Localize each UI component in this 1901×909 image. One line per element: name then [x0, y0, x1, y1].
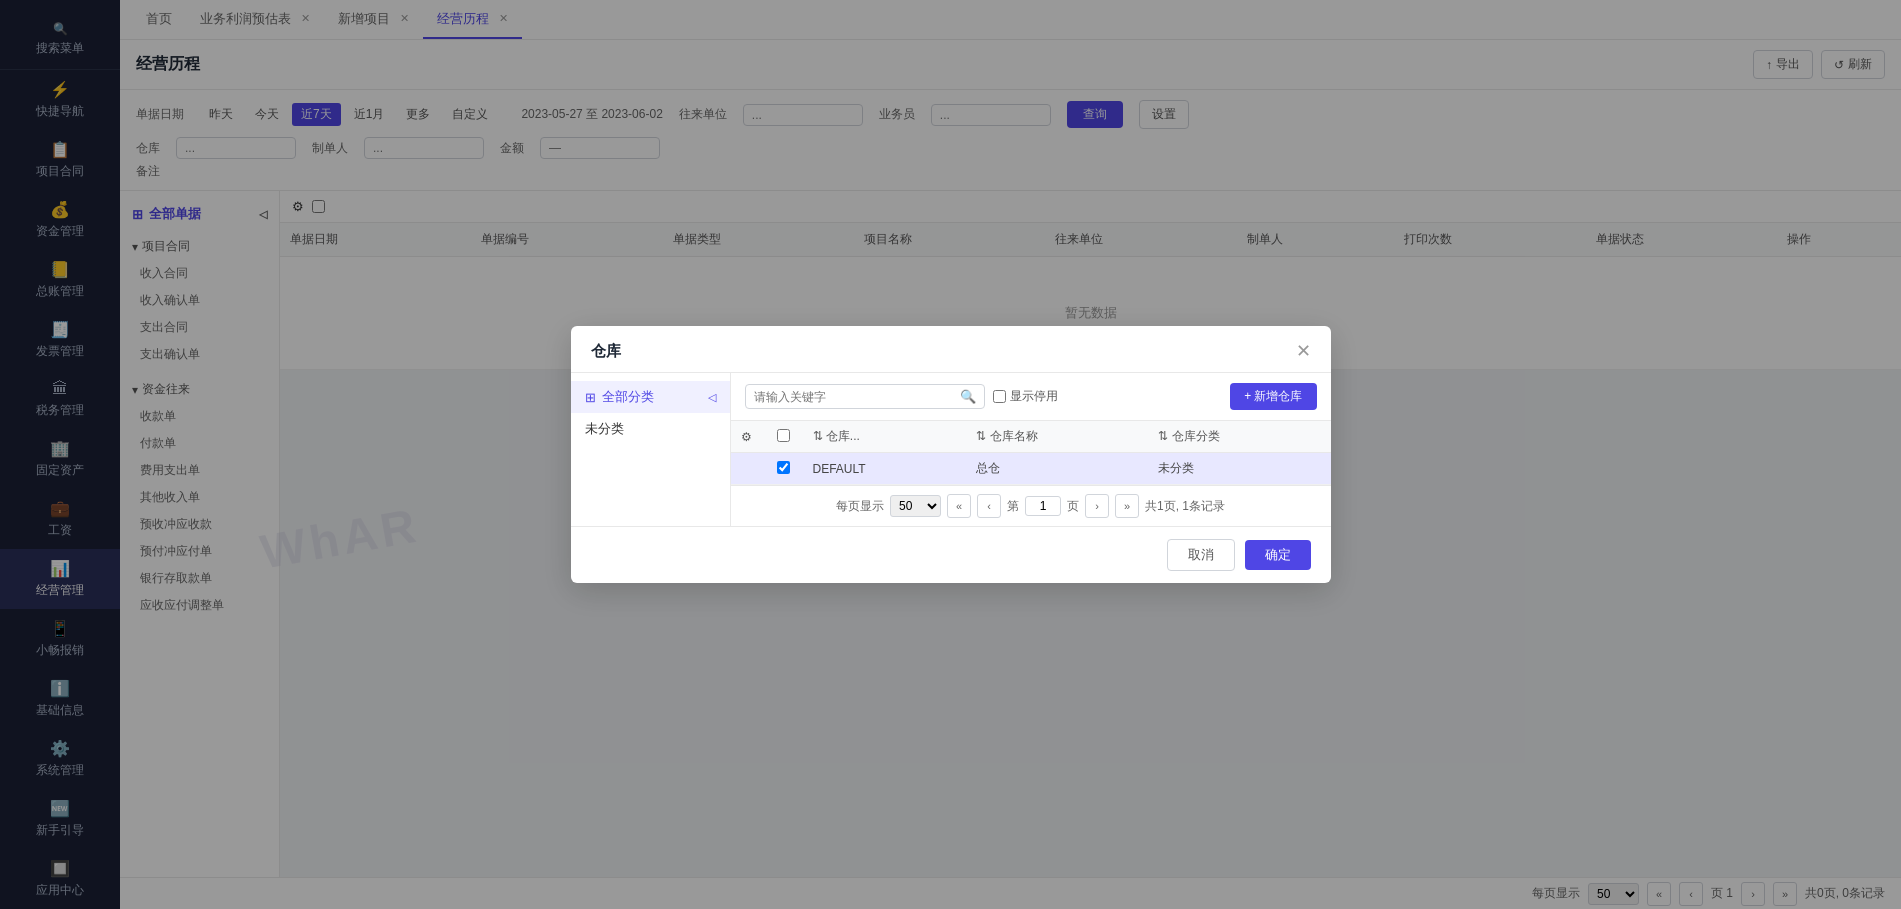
modal-show-disabled-checkbox[interactable] — [993, 390, 1006, 403]
modal-toolbar: 🔍 显示停用 + 新增仓库 — [731, 373, 1331, 421]
modal-page-size-select[interactable]: 50 100 — [890, 495, 941, 517]
modal-header: 仓库 ✕ — [571, 326, 1331, 373]
modal-per-page-label: 每页显示 — [836, 498, 884, 515]
modal-next-btn[interactable]: › — [1085, 494, 1109, 518]
modal-overlay[interactable]: 仓库 ✕ ⊞ 全部分类 ◁ 未分类 🔍 — [0, 0, 1901, 909]
row-id-cell: DEFAULT — [803, 453, 967, 485]
modal-confirm-button[interactable]: 确定 — [1245, 540, 1311, 570]
modal-close-button[interactable]: ✕ — [1296, 340, 1311, 362]
modal-table: ⚙ ⇅ 仓库... ⇅ — [731, 421, 1331, 485]
row-name-cell: 总仓 — [966, 453, 1148, 485]
modal-page-prefix: 第 — [1007, 498, 1019, 515]
modal-page-input[interactable] — [1025, 496, 1061, 516]
modal-col-index: ⇅ 仓库... — [803, 421, 967, 453]
modal-last-btn[interactable]: » — [1115, 494, 1139, 518]
modal-total-label: 共1页, 1条记录 — [1145, 498, 1225, 515]
modal-left-all-category[interactable]: ⊞ 全部分类 ◁ — [571, 381, 730, 413]
modal-pagination: 每页显示 50 100 « ‹ 第 页 › » 共1页, 1条记录 — [731, 485, 1331, 526]
modal-col-checkbox — [767, 421, 803, 453]
modal-body: ⊞ 全部分类 ◁ 未分类 🔍 显示停用 — [571, 373, 1331, 526]
modal-page-label: 页 — [1067, 498, 1079, 515]
table-row[interactable]: DEFAULT 总仓 未分类 — [731, 453, 1331, 485]
row-category-cell: 未分类 — [1148, 453, 1330, 485]
sort-icon-index: ⇅ — [813, 429, 823, 443]
row-checkbox-cell — [767, 453, 803, 485]
modal-select-all-checkbox[interactable] — [777, 429, 790, 442]
modal-col-gear: ⚙ — [731, 421, 767, 453]
modal-unclassified-label: 未分类 — [585, 420, 624, 438]
modal-cancel-button[interactable]: 取消 — [1167, 539, 1235, 571]
row-gear-cell — [731, 453, 767, 485]
sort-icon-name: ⇅ — [976, 429, 986, 443]
modal-prev-btn[interactable]: ‹ — [977, 494, 1001, 518]
modal-title: 仓库 — [591, 342, 621, 361]
modal-warehouse: 仓库 ✕ ⊞ 全部分类 ◁ 未分类 🔍 — [571, 326, 1331, 583]
modal-show-disabled-label: 显示停用 — [993, 388, 1058, 405]
modal-col-category: ⇅ 仓库分类 — [1148, 421, 1330, 453]
row-checkbox[interactable] — [777, 461, 790, 474]
modal-search-wrap: 🔍 — [745, 384, 985, 409]
modal-first-btn[interactable]: « — [947, 494, 971, 518]
modal-table-wrap: ⚙ ⇅ 仓库... ⇅ — [731, 421, 1331, 485]
modal-all-label: 全部分类 — [602, 388, 654, 406]
grid-icon-modal: ⊞ — [585, 390, 596, 405]
modal-left-panel: ⊞ 全部分类 ◁ 未分类 — [571, 373, 731, 526]
modal-search-input[interactable] — [754, 390, 956, 404]
sort-icon-cat: ⇅ — [1158, 429, 1168, 443]
modal-col-name: ⇅ 仓库名称 — [966, 421, 1148, 453]
modal-left-unclassified[interactable]: 未分类 — [571, 413, 730, 445]
modal-add-warehouse-button[interactable]: + 新增仓库 — [1230, 383, 1316, 410]
gear-icon-table: ⚙ — [741, 430, 752, 444]
search-icon-modal[interactable]: 🔍 — [960, 389, 976, 404]
modal-footer: 取消 确定 — [571, 526, 1331, 583]
modal-collapse-icon[interactable]: ◁ — [708, 391, 716, 404]
modal-right-panel: 🔍 显示停用 + 新增仓库 ⚙ — [731, 373, 1331, 526]
